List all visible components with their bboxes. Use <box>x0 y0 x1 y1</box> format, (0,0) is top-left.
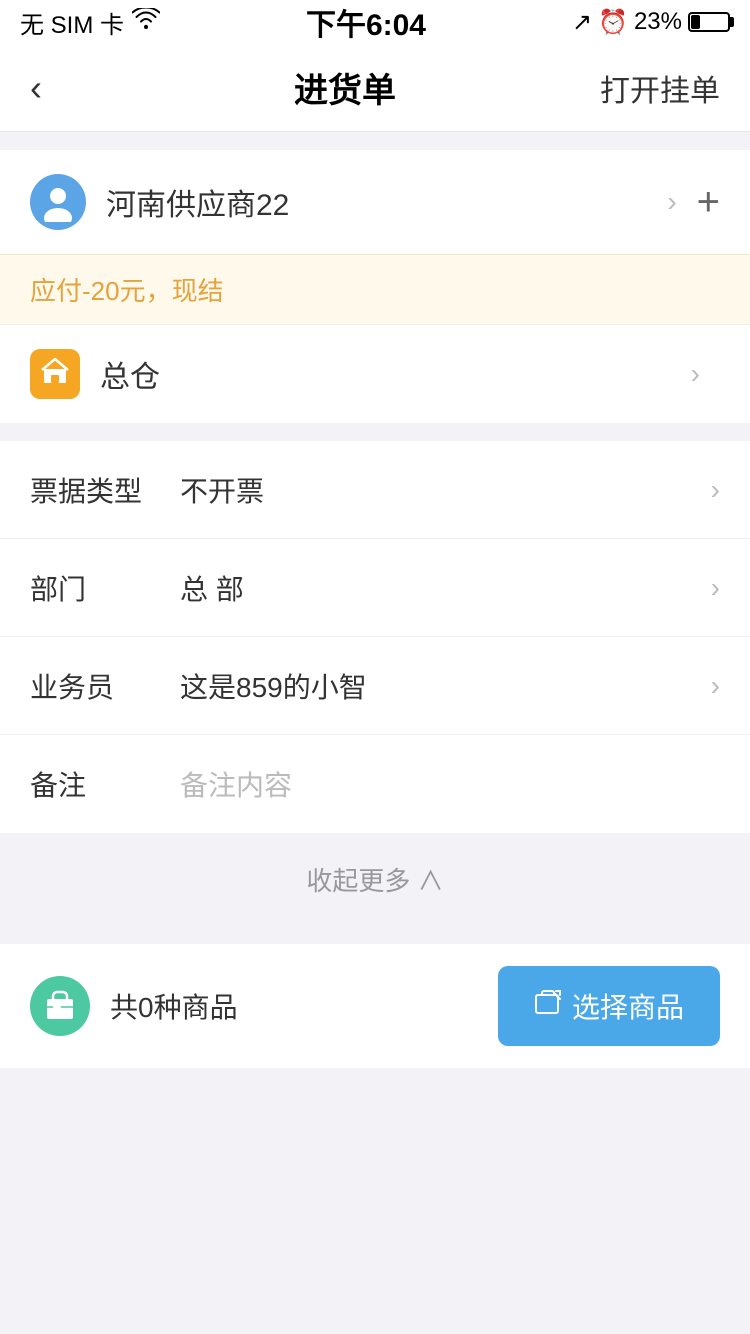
top-divider <box>0 132 750 150</box>
warehouse-icon <box>30 349 80 399</box>
add-button[interactable]: + <box>697 180 720 225</box>
invoice-type-chevron-icon: › <box>711 474 720 506</box>
battery-percent: 23% <box>634 8 682 36</box>
carrier-label: 无 SIM 卡 <box>20 5 124 40</box>
status-bar: 无 SIM 卡 下午6:04 ↗ ⏰ 23% <box>0 0 750 44</box>
invoice-type-value: 不开票 <box>160 470 711 510</box>
supplier-avatar <box>30 174 86 230</box>
select-product-label: 选择商品 <box>572 986 684 1026</box>
page-title: 进货单 <box>294 63 396 112</box>
bottom-section: 共0种商品 选择商品 <box>0 944 750 1068</box>
alarm-icon: ⏰ <box>598 8 628 37</box>
select-product-button[interactable]: 选择商品 <box>498 966 720 1046</box>
salesperson-row[interactable]: 业务员 这是859的小智 › <box>0 637 750 735</box>
alert-text: 应付-20元，现结 <box>30 276 224 306</box>
wifi-icon <box>132 8 160 37</box>
status-bar-right: ↗ ⏰ 23% <box>572 8 730 37</box>
product-count: 共0种商品 <box>110 986 498 1026</box>
back-button[interactable]: ‹ <box>30 67 90 109</box>
open-pending-button[interactable]: 打开挂单 <box>600 66 720 110</box>
time-label: 下午6:04 <box>306 0 426 44</box>
department-label: 部门 <box>30 568 160 608</box>
form-section: 票据类型 不开票 › 部门 总 部 › 业务员 这是859的小智 › 备注 备注… <box>0 441 750 833</box>
supplier-row[interactable]: 河南供应商22 › + <box>0 150 750 254</box>
warehouse-chevron-icon: › <box>691 358 700 390</box>
invoice-type-label: 票据类型 <box>30 470 160 510</box>
location-icon: ↗ <box>572 8 592 37</box>
salesperson-value: 这是859的小智 <box>160 666 711 706</box>
remark-row[interactable]: 备注 备注内容 <box>0 735 750 833</box>
department-value: 总 部 <box>160 568 711 608</box>
select-product-icon <box>534 989 562 1024</box>
warehouse-icon-symbol <box>41 357 69 392</box>
supplier-chevron-icon: › <box>667 186 676 218</box>
department-chevron-icon: › <box>711 572 720 604</box>
remark-label: 备注 <box>30 764 160 804</box>
status-bar-left: 无 SIM 卡 <box>20 5 160 40</box>
product-icon <box>30 976 90 1036</box>
supplier-section: 河南供应商22 › + 应付-20元，现结 总仓 › <box>0 150 750 423</box>
salesperson-label: 业务员 <box>30 666 160 706</box>
remark-value: 备注内容 <box>160 764 720 804</box>
supplier-name: 河南供应商22 <box>106 180 667 224</box>
salesperson-chevron-icon: › <box>711 670 720 702</box>
warehouse-name: 总仓 <box>100 352 691 396</box>
invoice-type-row[interactable]: 票据类型 不开票 › <box>0 441 750 539</box>
warehouse-row[interactable]: 总仓 › <box>0 324 750 423</box>
department-row[interactable]: 部门 总 部 › <box>0 539 750 637</box>
collapse-button[interactable]: 收起更多 ∧ <box>0 833 750 926</box>
alert-banner: 应付-20元，现结 <box>0 254 750 324</box>
nav-bar: ‹ 进货单 打开挂单 <box>0 44 750 132</box>
battery-icon <box>688 12 730 32</box>
